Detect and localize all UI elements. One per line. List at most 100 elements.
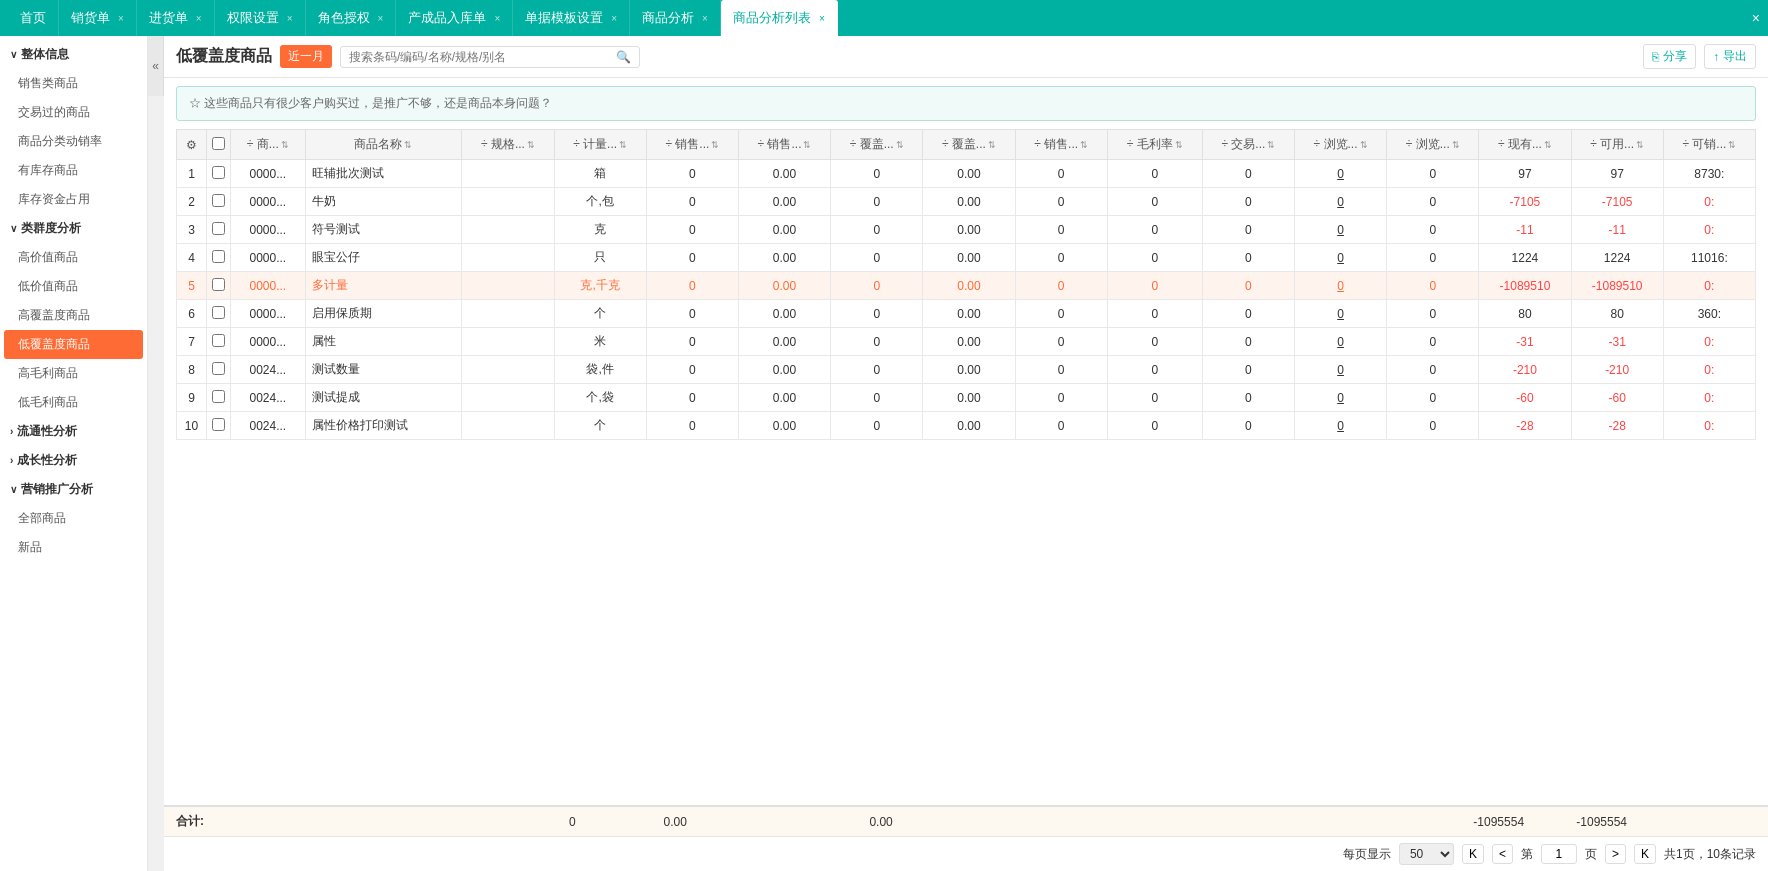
col-header-unit[interactable]: ÷ 计量...⇅ [554,130,646,160]
share-button[interactable]: ⎘ 分享 [1643,44,1696,69]
cell-view1[interactable]: 0 [1294,412,1386,440]
cell-view1[interactable]: 0 [1294,160,1386,188]
sidebar-item-traded[interactable]: 交易过的商品 [0,98,147,127]
tab-close-analysis[interactable]: × [702,13,708,24]
first-page-button[interactable]: K [1462,844,1484,864]
cell-view1[interactable]: 0 [1294,272,1386,300]
sidebar-flow-header[interactable]: › 流通性分析 [0,417,147,446]
cell-checkbox[interactable] [207,188,231,216]
sidebar-overall-header[interactable]: ∨ 整体信息 [0,40,147,69]
row-checkbox[interactable] [212,250,225,263]
search-box[interactable]: 🔍 [340,46,640,68]
col-header-name[interactable]: 商品名称⇅ [305,130,462,160]
sidebar-item-high-margin[interactable]: 高毛利商品 [0,359,147,388]
sidebar-growth-header[interactable]: › 成长性分析 [0,446,147,475]
select-all-checkbox[interactable] [212,137,225,150]
cell-checkbox[interactable] [207,412,231,440]
row-checkbox[interactable] [212,166,225,179]
cell-view1[interactable]: 0 [1294,328,1386,356]
col-header-sales-days[interactable]: ÷ 销售...⇅ [1015,130,1107,160]
sidebar-item-sales-goods[interactable]: 销售类商品 [0,69,147,98]
cell-checkbox[interactable] [207,384,231,412]
col-header-cov-count[interactable]: ÷ 覆盖...⇅ [831,130,923,160]
sidebar-marketing-header[interactable]: ∨ 营销推广分析 [0,475,147,504]
tab-close-purchase[interactable]: × [196,13,202,24]
row-checkbox[interactable] [212,306,225,319]
col-header-stock[interactable]: ÷ 现有...⇅ [1479,130,1571,160]
row-checkbox[interactable] [212,278,225,291]
row-checkbox[interactable] [212,334,225,347]
sidebar-coverage-header[interactable]: ∨ 类群度分析 [0,214,147,243]
row-checkbox[interactable] [212,222,225,235]
export-button[interactable]: ↑ 导出 [1704,44,1756,69]
cell-checkbox[interactable] [207,300,231,328]
sidebar-item-high-coverage[interactable]: 高覆盖度商品 [0,301,147,330]
cell-view1[interactable]: 0 [1294,188,1386,216]
cell-view1[interactable]: 0 [1294,356,1386,384]
row-checkbox[interactable] [212,362,225,375]
row-checkbox[interactable] [212,194,225,207]
tab-purchase[interactable]: 进货单 × [137,0,215,36]
tab-inventory[interactable]: 产成品入库单 × [396,0,513,36]
prev-page-button[interactable]: < [1492,844,1513,864]
cell-checkbox[interactable] [207,216,231,244]
sidebar-item-all-goods[interactable]: 全部商品 [0,504,147,533]
col-header-gross[interactable]: ÷ 毛利率⇅ [1107,130,1202,160]
col-header-checkbox[interactable] [207,130,231,160]
col-header-code[interactable]: ÷ 商...⇅ [231,130,306,160]
next-page-button[interactable]: > [1605,844,1626,864]
col-header-cov-rate[interactable]: ÷ 覆盖...⇅ [923,130,1015,160]
row-checkbox[interactable] [212,418,225,431]
cell-checkbox[interactable] [207,244,231,272]
sidebar-item-capital[interactable]: 库存资金占用 [0,185,147,214]
data-table-wrapper[interactable]: ⚙ ÷ 商...⇅ 商品名称⇅ ÷ 规格...⇅ ÷ 计量...⇅ ÷ 销售..… [164,129,1768,805]
search-input[interactable] [349,50,612,64]
tab-template[interactable]: 单据模板设置 × [513,0,630,36]
cell-code: 0024... [231,412,306,440]
last-page-button[interactable]: K [1634,844,1656,864]
cell-view1[interactable]: 0 [1294,244,1386,272]
col-header-view2[interactable]: ÷ 浏览...⇅ [1387,130,1479,160]
tab-close-inventory[interactable]: × [494,13,500,24]
row-checkbox[interactable] [212,390,225,403]
sidebar-collapse-button[interactable]: « [148,36,164,96]
col-header-sellable[interactable]: ÷ 可销...⇅ [1663,130,1755,160]
col-header-spec[interactable]: ÷ 规格...⇅ [462,130,554,160]
sidebar-item-high-value[interactable]: 高价值商品 [0,243,147,272]
cell-view1[interactable]: 0 [1294,300,1386,328]
sidebar-item-in-stock[interactable]: 有库存商品 [0,156,147,185]
tab-sales[interactable]: 销货单 × [59,0,137,36]
tab-home[interactable]: 首页 [8,0,59,36]
tab-close-permissions[interactable]: × [287,13,293,24]
tab-analysis-list[interactable]: 商品分析列表 × [721,0,838,36]
search-icon[interactable]: 🔍 [616,50,631,64]
cell-checkbox[interactable] [207,272,231,300]
sidebar-item-category-rate[interactable]: 商品分类动销率 [0,127,147,156]
page-size-select[interactable]: 50 100 200 [1399,843,1454,865]
col-header-settings[interactable]: ⚙ [177,130,207,160]
cell-view1[interactable]: 0 [1294,384,1386,412]
cell-view1[interactable]: 0 [1294,216,1386,244]
sidebar-item-low-value[interactable]: 低价值商品 [0,272,147,301]
col-header-view1[interactable]: ÷ 浏览...⇅ [1294,130,1386,160]
cell-checkbox[interactable] [207,356,231,384]
col-header-sales-amt[interactable]: ÷ 销售...⇅ [738,130,830,160]
col-header-sales-qty[interactable]: ÷ 销售...⇅ [646,130,738,160]
current-page-input[interactable] [1541,844,1577,864]
tab-permissions[interactable]: 权限设置 × [215,0,306,36]
tab-close-analysis-list[interactable]: × [819,13,825,24]
time-filter-button[interactable]: 近一月 [280,45,332,68]
tab-analysis[interactable]: 商品分析 × [630,0,721,36]
tab-close-template[interactable]: × [611,13,617,24]
cell-checkbox[interactable] [207,328,231,356]
sidebar-item-new-goods[interactable]: 新品 [0,533,147,562]
tab-close-roles[interactable]: × [378,13,384,24]
tab-close-sales[interactable]: × [118,13,124,24]
tab-roles[interactable]: 角色授权 × [306,0,397,36]
close-all-tabs[interactable]: × [1752,10,1760,26]
col-header-avail[interactable]: ÷ 可用...⇅ [1571,130,1663,160]
sidebar-item-low-margin[interactable]: 低毛利商品 [0,388,147,417]
col-header-trade[interactable]: ÷ 交易...⇅ [1202,130,1294,160]
sidebar-item-low-coverage[interactable]: 低覆盖度商品 [4,330,143,359]
cell-checkbox[interactable] [207,160,231,188]
